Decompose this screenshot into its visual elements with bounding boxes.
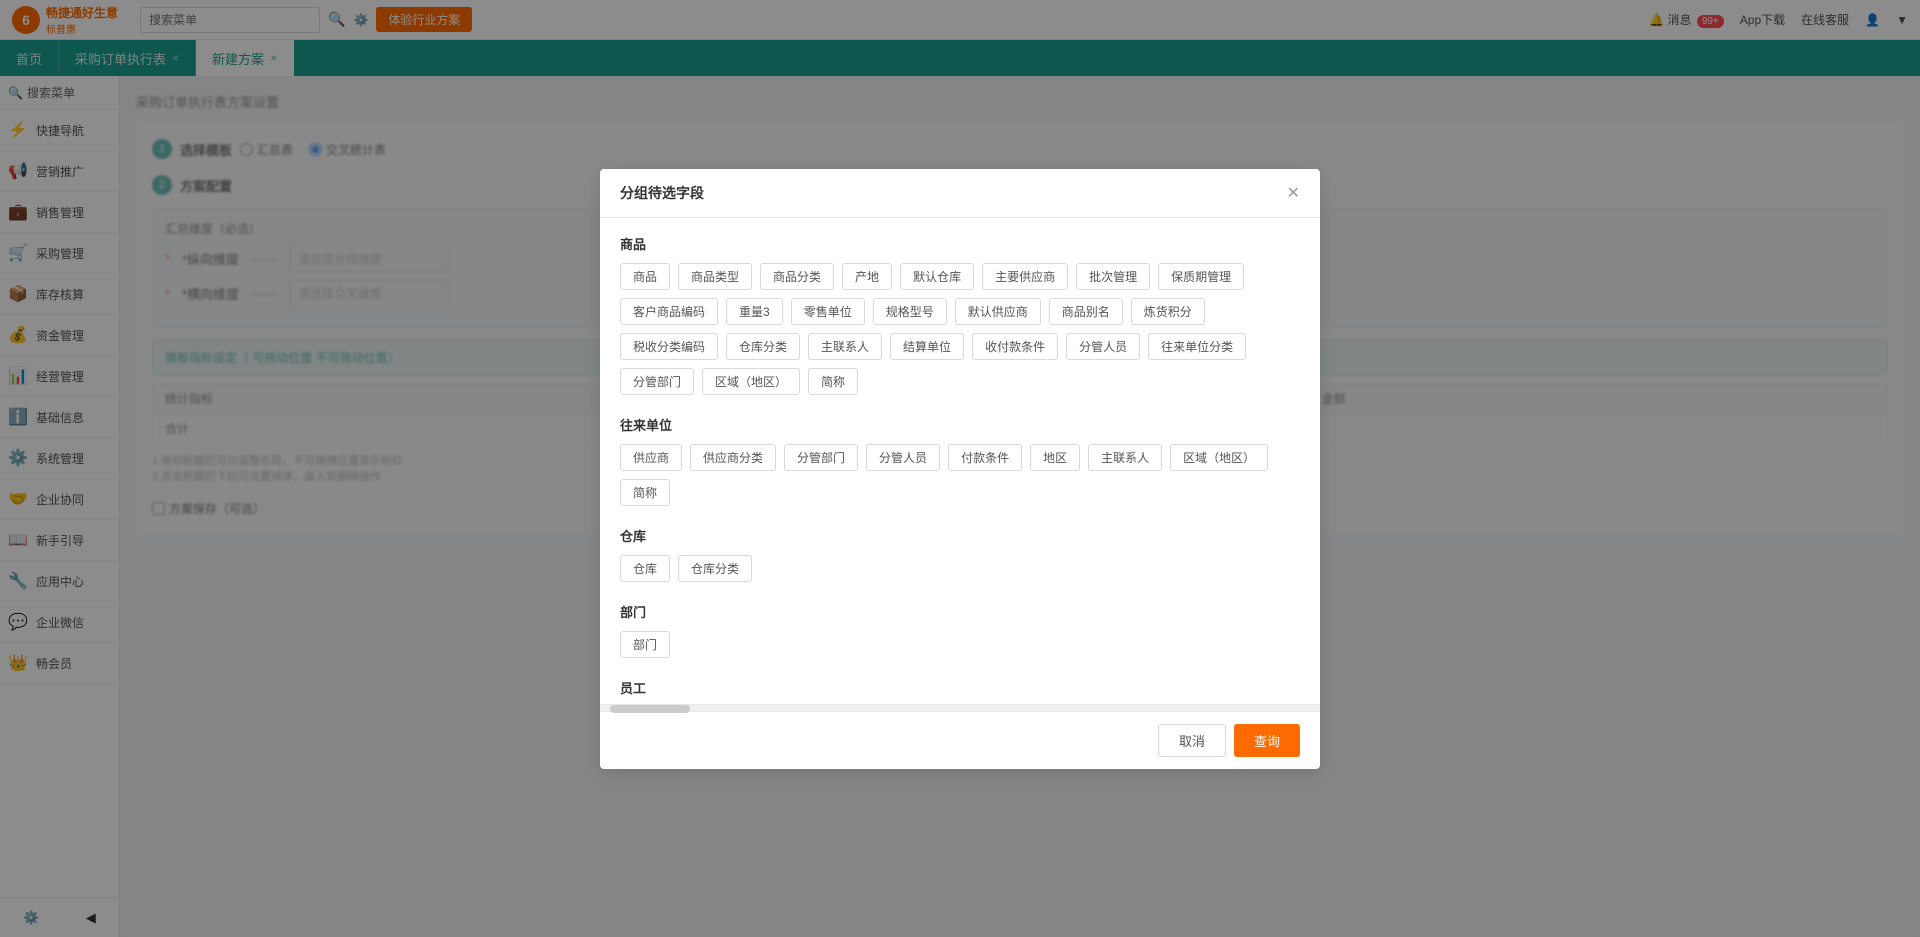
field-tag[interactable]: 商品别名 (1049, 298, 1123, 325)
modal-overlay: 分组待选字段 ✕ 商品 商品 商品类型 商品分类 产地 默认仓库 主要供应商 批… (0, 0, 1920, 937)
modal-header: 分组待选字段 ✕ (600, 169, 1320, 218)
field-tag[interactable]: 零售单位 (791, 298, 865, 325)
section-goods: 商品 商品 商品类型 商品分类 产地 默认仓库 主要供应商 批次管理 保质期管理… (620, 234, 1300, 395)
field-tag[interactable]: 产地 (842, 263, 892, 290)
field-tag[interactable]: 简称 (808, 368, 858, 395)
section-warehouse-title: 仓库 (620, 526, 1300, 545)
field-tag[interactable]: 主联系人 (1088, 444, 1162, 471)
field-tag[interactable]: 区域（地区） (1170, 444, 1268, 471)
field-tag[interactable]: 保质期管理 (1158, 263, 1244, 290)
section-employee: 员工 业务员 (620, 678, 1300, 705)
modal-field-select: 分组待选字段 ✕ 商品 商品 商品类型 商品分类 产地 默认仓库 主要供应商 批… (600, 169, 1320, 769)
modal-title: 分组待选字段 (620, 183, 704, 203)
field-tag[interactable]: 付款条件 (948, 444, 1022, 471)
field-tag[interactable]: 税收分类编码 (620, 333, 718, 360)
section-partner-title: 往来单位 (620, 415, 1300, 434)
field-tag[interactable]: 往来单位分类 (1148, 333, 1246, 360)
field-tag[interactable]: 供应商分类 (690, 444, 776, 471)
modal-body: 商品 商品 商品类型 商品分类 产地 默认仓库 主要供应商 批次管理 保质期管理… (600, 218, 1320, 705)
field-tag[interactable]: 商品分类 (760, 263, 834, 290)
field-tag[interactable]: 重量3 (726, 298, 783, 325)
modal-close-icon[interactable]: ✕ (1287, 183, 1300, 203)
section-employee-title: 员工 (620, 678, 1300, 697)
section-goods-tags: 商品 商品类型 商品分类 产地 默认仓库 主要供应商 批次管理 保质期管理 客户… (620, 263, 1300, 395)
modal-hscroll-thumb[interactable] (610, 705, 690, 713)
field-tag[interactable]: 分管人员 (866, 444, 940, 471)
field-tag[interactable]: 主要供应商 (982, 263, 1068, 290)
field-tag[interactable]: 批次管理 (1076, 263, 1150, 290)
section-dept-tags: 部门 (620, 631, 1300, 658)
field-tag[interactable]: 区域（地区） (702, 368, 800, 395)
field-tag[interactable]: 结算单位 (890, 333, 964, 360)
field-tag[interactable]: 简称 (620, 479, 670, 506)
field-tag[interactable]: 商品类型 (678, 263, 752, 290)
field-tag[interactable]: 分管部门 (784, 444, 858, 471)
section-dept-title: 部门 (620, 602, 1300, 621)
field-tag[interactable]: 客户商品编码 (620, 298, 718, 325)
field-tag[interactable]: 仓库分类 (678, 555, 752, 582)
cancel-button[interactable]: 取消 (1158, 724, 1226, 757)
field-tag[interactable]: 部门 (620, 631, 670, 658)
field-tag[interactable]: 默认供应商 (955, 298, 1041, 325)
field-tag[interactable]: 仓库 (620, 555, 670, 582)
field-tag[interactable]: 分管人员 (1066, 333, 1140, 360)
field-tag[interactable]: 规格型号 (873, 298, 947, 325)
section-partner-tags: 供应商 供应商分类 分管部门 分管人员 付款条件 地区 主联系人 区域（地区） … (620, 444, 1300, 506)
field-tag[interactable]: 分管部门 (620, 368, 694, 395)
section-warehouse: 仓库 仓库 仓库分类 (620, 526, 1300, 582)
modal-hscroll[interactable] (600, 704, 1320, 710)
section-dept: 部门 部门 (620, 602, 1300, 658)
modal-footer: 取消 查询 (600, 711, 1320, 769)
field-tag[interactable]: 地区 (1030, 444, 1080, 471)
field-tag[interactable]: 主联系人 (808, 333, 882, 360)
field-tag[interactable]: 商品 (620, 263, 670, 290)
field-tag[interactable]: 炼货积分 (1131, 298, 1205, 325)
field-tag[interactable]: 供应商 (620, 444, 682, 471)
confirm-button[interactable]: 查询 (1234, 724, 1300, 757)
section-warehouse-tags: 仓库 仓库分类 (620, 555, 1300, 582)
section-goods-title: 商品 (620, 234, 1300, 253)
section-partner: 往来单位 供应商 供应商分类 分管部门 分管人员 付款条件 地区 主联系人 区域… (620, 415, 1300, 506)
field-tag[interactable]: 仓库分类 (726, 333, 800, 360)
field-tag[interactable]: 收付款条件 (972, 333, 1058, 360)
field-tag[interactable]: 默认仓库 (900, 263, 974, 290)
